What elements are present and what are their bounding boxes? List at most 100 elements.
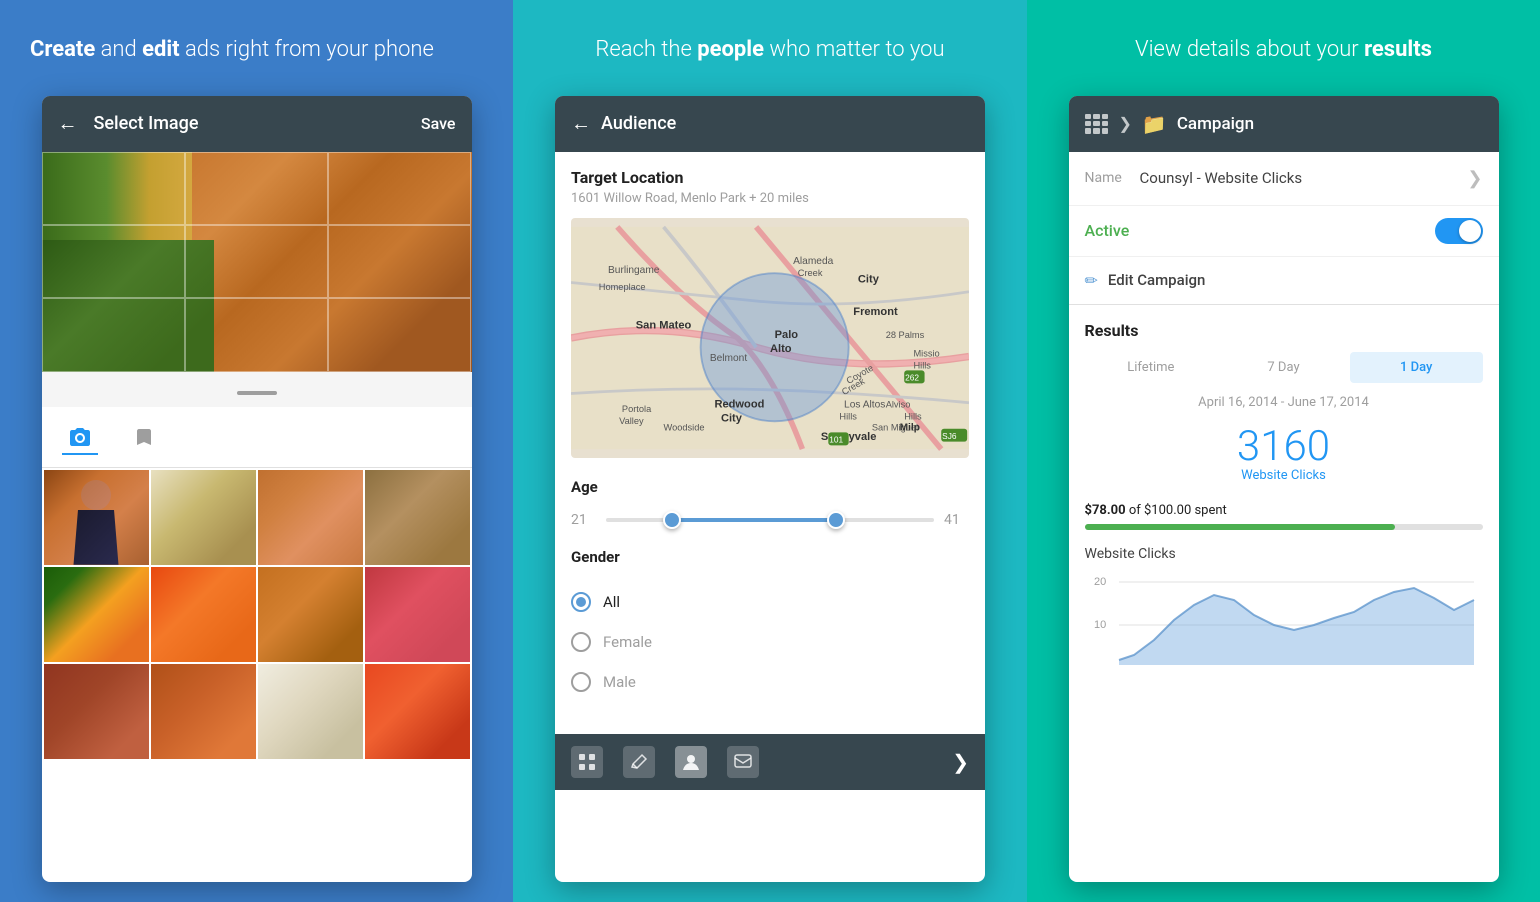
image-thumb[interactable]: [151, 664, 256, 759]
active-toggle[interactable]: [1435, 218, 1483, 244]
svg-text:Homeplace: Homeplace: [599, 282, 646, 292]
svg-text:Belmont: Belmont: [710, 353, 747, 364]
crop-grid: [42, 152, 472, 372]
image-thumb[interactable]: [151, 567, 256, 662]
budget-progress-fill: [1085, 524, 1395, 530]
gender-all-option[interactable]: All: [571, 582, 969, 622]
image-thumb[interactable]: [258, 664, 363, 759]
budget-row: $78.00 of $100.00 spent: [1085, 503, 1483, 518]
svg-text:SJ6: SJ6: [942, 431, 957, 441]
image-thumb[interactable]: [44, 567, 149, 662]
image-thumb[interactable]: [258, 567, 363, 662]
active-row: Active: [1069, 206, 1499, 257]
map-svg: Burlingame Homeplace San Mateo Belmont R…: [571, 218, 969, 458]
svg-text:Milp: Milp: [900, 422, 920, 433]
phone-mockup-2: ← Audience Target Location 1601 Willow R…: [555, 96, 985, 882]
gender-male-label: Male: [603, 673, 636, 691]
edit-campaign-row[interactable]: ✏ Edit Campaign: [1069, 257, 1499, 305]
svg-text:Missio: Missio: [913, 348, 939, 358]
image-thumb[interactable]: [365, 664, 470, 759]
tab-1day[interactable]: 1 Day: [1350, 352, 1483, 383]
gender-female-radio[interactable]: [571, 632, 591, 652]
main-image-area: [42, 152, 472, 372]
svg-text:Redwood: Redwood: [714, 398, 764, 410]
age-min: 21: [571, 512, 596, 528]
budget-total-value: $100.00 spent: [1144, 503, 1227, 518]
breadcrumb-chevron: ❯: [1119, 114, 1132, 133]
nav-message-icon[interactable]: [727, 746, 759, 778]
age-slider[interactable]: [606, 518, 934, 522]
results-tabs: Lifetime 7 Day 1 Day: [1085, 352, 1483, 383]
age-range-row: 21 41: [571, 512, 969, 528]
image-thumb[interactable]: [365, 470, 470, 565]
toggle-knob: [1459, 220, 1481, 242]
panel-create-edit: Create and edit ads right from your phon…: [0, 0, 513, 902]
back-button[interactable]: ←: [58, 111, 78, 136]
nav-person-icon[interactable]: [675, 746, 707, 778]
phone-mockup-3: ❯ 📁 Campaign Name Counsyl - Website Clic…: [1069, 96, 1499, 882]
svg-text:Woodside: Woodside: [664, 422, 705, 432]
header-title: Select Image: [94, 113, 421, 134]
phone-mockup-1: ← Select Image Save: [42, 96, 472, 882]
save-button[interactable]: Save: [421, 114, 456, 133]
panel-audience: Reach the people who matter to you ← Aud…: [513, 0, 1027, 902]
drag-handle[interactable]: [42, 372, 472, 407]
bookmark-tab[interactable]: [128, 419, 164, 455]
image-thumb[interactable]: [258, 470, 363, 565]
camera-tab[interactable]: [62, 419, 98, 455]
gender-male-radio[interactable]: [571, 672, 591, 692]
target-location-label: Target Location: [571, 168, 969, 187]
big-number-label: Website Clicks: [1085, 468, 1483, 483]
campaign-title: Campaign: [1177, 114, 1254, 134]
campaign-name-value: Counsyl - Website Clicks: [1140, 169, 1468, 187]
website-clicks-label: Website Clicks: [1085, 546, 1483, 562]
audience-title: Audience: [601, 113, 676, 134]
gender-female-option[interactable]: Female: [571, 622, 969, 662]
svg-text:Alameda: Alameda: [793, 256, 833, 267]
back-button-2[interactable]: ←: [571, 111, 591, 136]
nav-chevron[interactable]: ❯: [952, 750, 969, 774]
svg-text:City: City: [721, 412, 743, 424]
image-thumb[interactable]: [151, 470, 256, 565]
name-row-arrow: ❯: [1467, 168, 1482, 189]
target-location-section: Target Location 1601 Willow Road, Menlo …: [571, 168, 969, 206]
svg-text:Los Altos: Los Altos: [844, 399, 885, 410]
svg-text:Hills: Hills: [839, 411, 857, 421]
image-thumb[interactable]: [365, 567, 470, 662]
tab-lifetime[interactable]: Lifetime: [1085, 352, 1218, 383]
svg-text:Portola: Portola: [622, 404, 652, 414]
bottom-nav: ❯: [555, 734, 985, 790]
svg-text:Fremont: Fremont: [853, 306, 898, 318]
map-area[interactable]: Burlingame Homeplace San Mateo Belmont R…: [571, 218, 969, 458]
svg-text:San Mateo: San Mateo: [636, 320, 692, 332]
big-number: 3160: [1085, 426, 1483, 468]
tab-7day[interactable]: 7 Day: [1217, 352, 1350, 383]
image-thumb[interactable]: [44, 470, 149, 565]
svg-text:Hills: Hills: [904, 411, 922, 421]
nav-edit-icon[interactable]: [623, 746, 655, 778]
gender-all-radio[interactable]: [571, 592, 591, 612]
panel-2-headline: Reach the people who matter to you: [543, 35, 997, 66]
svg-text:28 Palms: 28 Palms: [886, 330, 925, 340]
gender-all-label: All: [603, 593, 620, 611]
chart-area: 20 10: [1085, 570, 1483, 670]
nav-grid-icon[interactable]: [571, 746, 603, 778]
budget-progress-bar: [1085, 524, 1483, 530]
phone-header-2: ← Audience: [555, 96, 985, 152]
edit-campaign-label: Edit Campaign: [1108, 271, 1205, 289]
target-location-value: 1601 Willow Road, Menlo Park + 20 miles: [571, 191, 969, 206]
list-icon[interactable]: [1085, 114, 1109, 134]
phone-header-1: ← Select Image Save: [42, 96, 472, 152]
panel-results: View details about your results ❯ 📁 Camp…: [1027, 0, 1540, 902]
folder-icon: 📁: [1142, 112, 1167, 136]
audience-content: Target Location 1601 Willow Road, Menlo …: [555, 152, 985, 734]
svg-text:Alto: Alto: [770, 343, 792, 355]
image-thumb[interactable]: [44, 664, 149, 759]
gender-female-label: Female: [603, 633, 652, 651]
date-range: April 16, 2014 - June 17, 2014: [1085, 395, 1483, 410]
svg-text:Creek: Creek: [798, 268, 823, 278]
gender-male-option[interactable]: Male: [571, 662, 969, 702]
phone-header-3: ❯ 📁 Campaign: [1069, 96, 1499, 152]
svg-text:Valley: Valley: [619, 416, 644, 426]
campaign-name-row[interactable]: Name Counsyl - Website Clicks ❯: [1069, 152, 1499, 206]
